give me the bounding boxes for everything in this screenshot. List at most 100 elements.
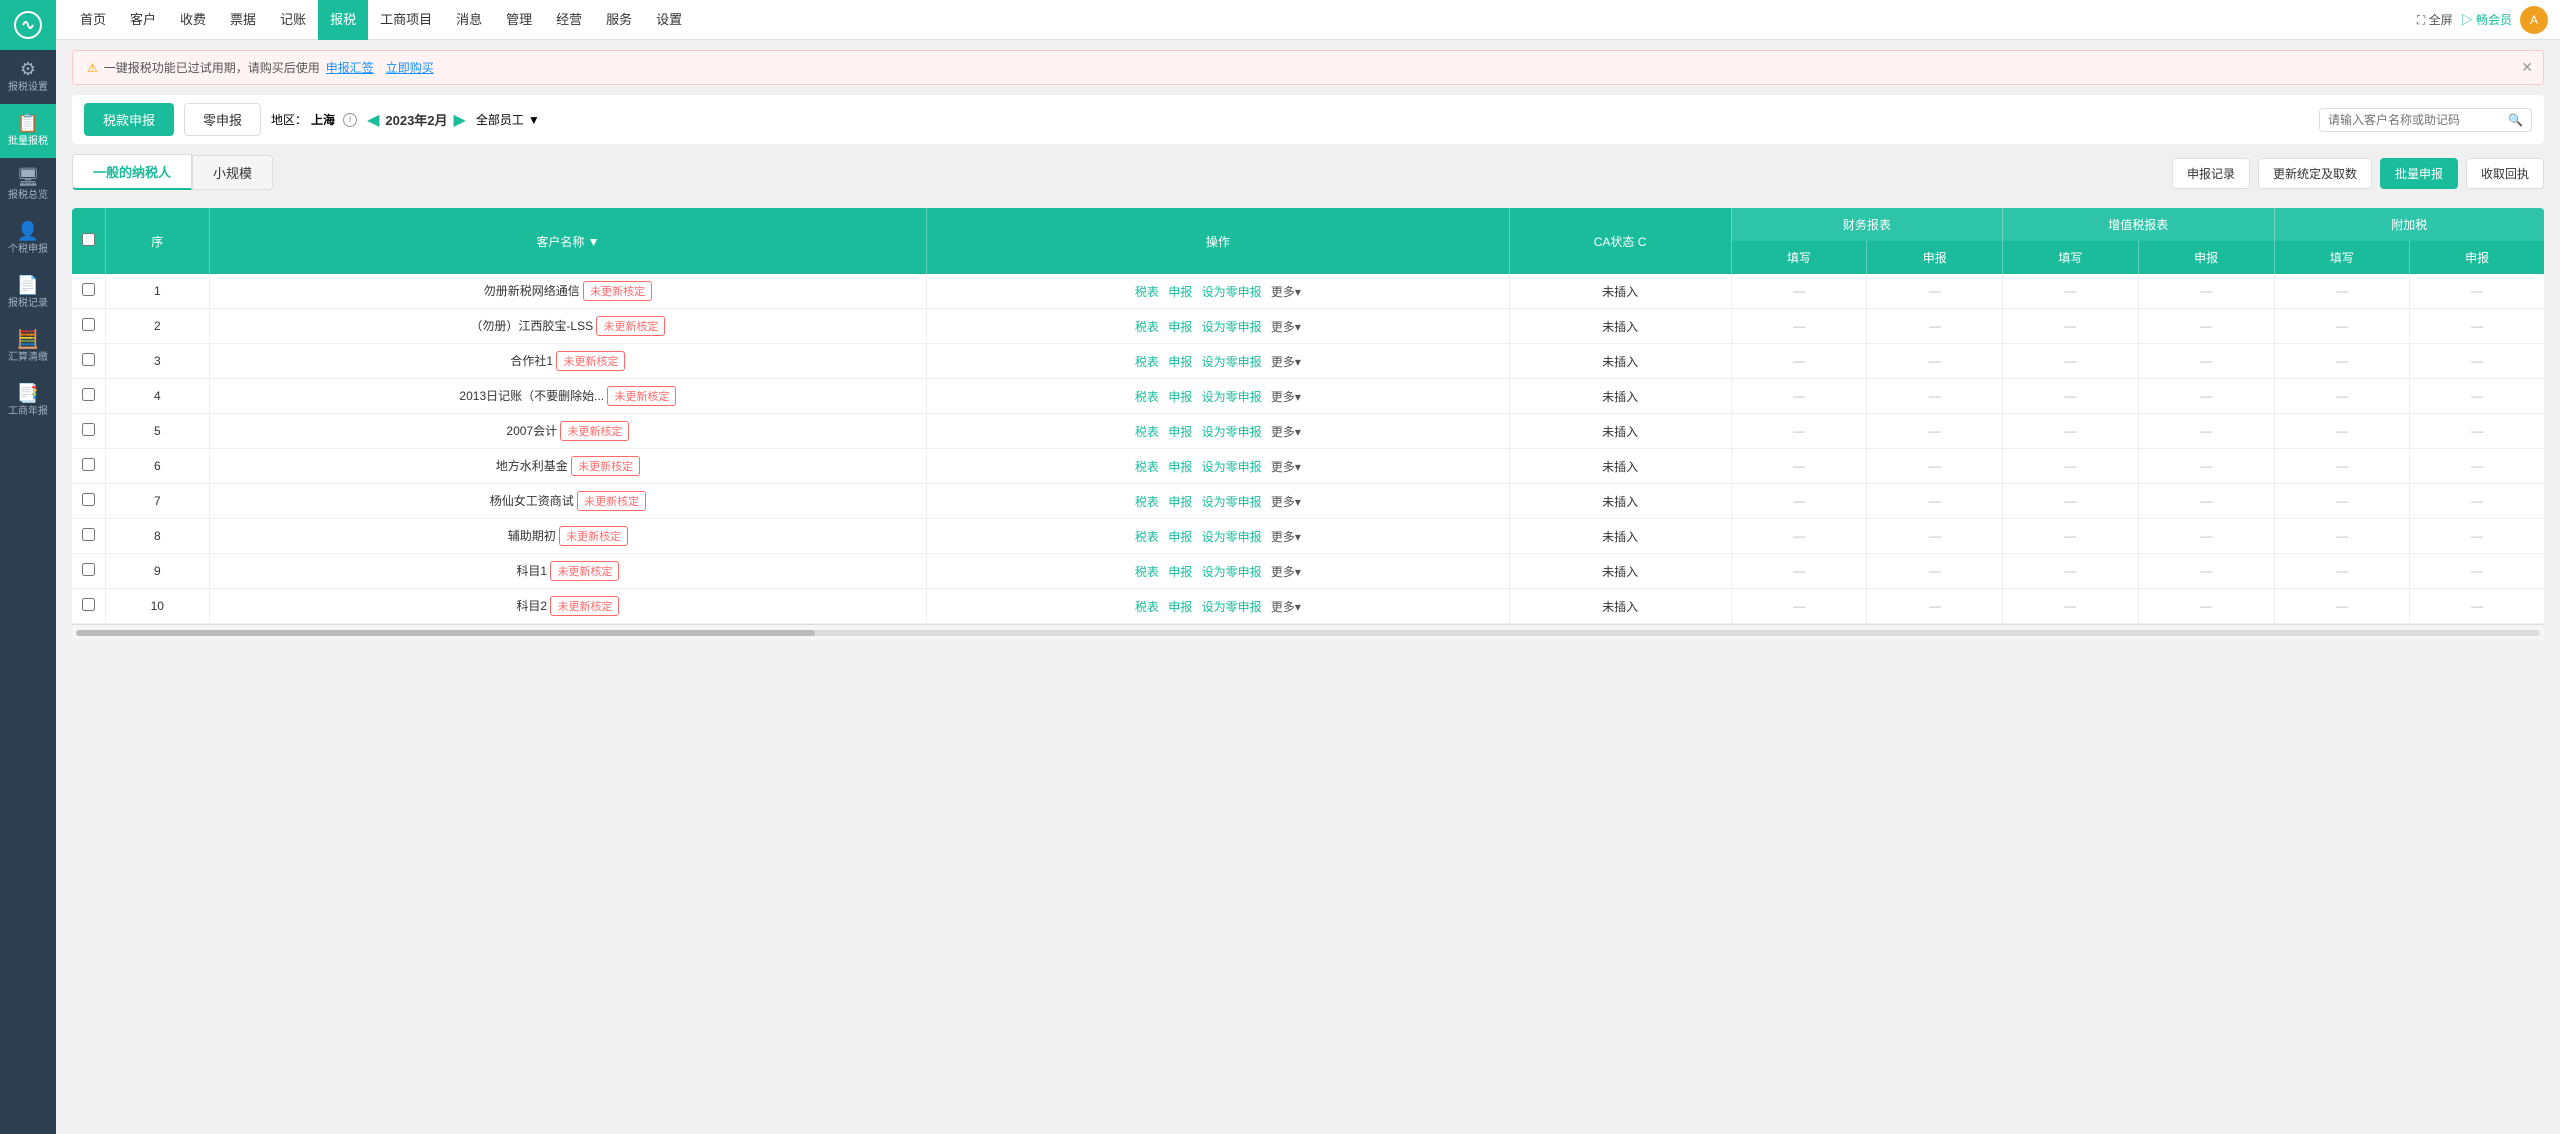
th-fin-fill: 填写 [1731, 241, 1867, 274]
declare-record-button[interactable]: 申报记录 [2172, 158, 2250, 189]
op-zero-declare[interactable]: 设为零申报 [1202, 495, 1262, 509]
op-zero-declare[interactable]: 设为零申报 [1202, 565, 1262, 579]
nav-settings[interactable]: 设置 [644, 0, 694, 40]
nav-invoice[interactable]: 票据 [218, 0, 268, 40]
op-zero-declare[interactable]: 设为零申报 [1202, 600, 1262, 614]
op-zero-declare[interactable]: 设为零申报 [1202, 425, 1262, 439]
op-declare[interactable]: 申报 [1168, 495, 1192, 509]
nav-msg[interactable]: 消息 [444, 0, 494, 40]
op-tax-table[interactable]: 税表 [1135, 600, 1159, 614]
row-checkbox[interactable] [82, 563, 95, 576]
op-zero-declare[interactable]: 设为零申报 [1202, 355, 1262, 369]
nav-ledger[interactable]: 记账 [268, 0, 318, 40]
op-more[interactable]: 更多▾ [1271, 320, 1301, 334]
nav-billing[interactable]: 收费 [168, 0, 218, 40]
op-more[interactable]: 更多▾ [1271, 285, 1301, 299]
region-info-icon[interactable]: i [343, 113, 357, 127]
sidebar-item-batch-tax[interactable]: 📋 批量报税 [0, 104, 56, 158]
nav-finance[interactable]: 经营 [544, 0, 594, 40]
op-tax-table[interactable]: 税表 [1135, 285, 1159, 299]
batch-declare-button[interactable]: 批量申报 [2380, 158, 2458, 189]
op-declare[interactable]: 申报 [1168, 460, 1192, 474]
sidebar-item-biz-annual[interactable]: 📑 工商年报 [0, 374, 56, 428]
nav-customer[interactable]: 客户 [118, 0, 168, 40]
op-more[interactable]: 更多▾ [1271, 390, 1301, 404]
op-tax-table[interactable]: 税表 [1135, 390, 1159, 404]
nav-admin[interactable]: 管理 [494, 0, 544, 40]
op-declare[interactable]: 申报 [1168, 355, 1192, 369]
declare-sign-link[interactable]: 申报汇签 [326, 59, 374, 76]
op-declare[interactable]: 申报 [1168, 320, 1192, 334]
op-declare[interactable]: 申报 [1168, 285, 1192, 299]
search-input[interactable] [2320, 109, 2500, 131]
op-zero-declare[interactable]: 设为零申报 [1202, 390, 1262, 404]
sort-icon[interactable]: ▼ [588, 235, 600, 249]
employee-selector[interactable]: 全部员工 ▼ [476, 111, 540, 128]
op-zero-declare[interactable]: 设为零申报 [1202, 530, 1262, 544]
nav-biz[interactable]: 工商项目 [368, 0, 444, 40]
tab-zero-declare[interactable]: 零申报 [184, 103, 261, 136]
select-all-checkbox[interactable] [82, 233, 95, 246]
nav-home[interactable]: 首页 [68, 0, 118, 40]
op-more[interactable]: 更多▾ [1271, 425, 1301, 439]
row-checkbox[interactable] [82, 353, 95, 366]
op-declare[interactable]: 申报 [1168, 530, 1192, 544]
row-checkbox[interactable] [82, 388, 95, 401]
op-tax-table[interactable]: 税表 [1135, 320, 1159, 334]
row-checkbox-cell [72, 589, 106, 624]
sidebar-item-personal-tax[interactable]: 👤 个税申报 [0, 212, 56, 266]
op-zero-declare[interactable]: 设为零申报 [1202, 285, 1262, 299]
full-screen-btn[interactable]: ⛶ 全屏 [2417, 11, 2453, 28]
row-tax-dec: — [2138, 414, 2274, 449]
row-checkbox[interactable] [82, 423, 95, 436]
op-more[interactable]: 更多▾ [1271, 530, 1301, 544]
op-tax-table[interactable]: 税表 [1135, 425, 1159, 439]
row-checkbox[interactable] [82, 458, 95, 471]
op-tax-table[interactable]: 税表 [1135, 530, 1159, 544]
op-tax-table[interactable]: 税表 [1135, 460, 1159, 474]
op-more[interactable]: 更多▾ [1271, 495, 1301, 509]
search-icon[interactable]: 🔍 [2500, 109, 2531, 131]
op-tax-table[interactable]: 税表 [1135, 565, 1159, 579]
op-declare[interactable]: 申报 [1168, 565, 1192, 579]
employee-dropdown-icon[interactable]: ▼ [528, 113, 540, 127]
row-checkbox[interactable] [82, 283, 95, 296]
banner-close-button[interactable]: ✕ [2521, 59, 2533, 76]
op-declare[interactable]: 申报 [1168, 390, 1192, 404]
nav-service[interactable]: 服务 [594, 0, 644, 40]
withdraw-button[interactable]: 收取回执 [2466, 158, 2544, 189]
main-table-wrap: 序 客户名称 ▼ 操作 CA状态 C 财务报表 增值税报表 附加税 填写 申报 [72, 208, 2544, 624]
nav-tax[interactable]: 报税 [318, 0, 368, 40]
sidebar-item-tax-settings[interactable]: ⚙ 报税设置 [0, 50, 56, 104]
op-more[interactable]: 更多▾ [1271, 355, 1301, 369]
op-zero-declare[interactable]: 设为零申报 [1202, 460, 1262, 474]
op-more[interactable]: 更多▾ [1271, 600, 1301, 614]
row-checkbox[interactable] [82, 598, 95, 611]
buy-now-link[interactable]: 立即购买 [386, 59, 434, 76]
date-next-button[interactable]: ▶ [454, 110, 466, 130]
row-checkbox[interactable] [82, 528, 95, 541]
tab-tax-declare[interactable]: 税款申报 [84, 103, 174, 136]
sidebar-item-calc-clear[interactable]: 🧮 汇算清缴 [0, 320, 56, 374]
date-prev-button[interactable]: ◀ [367, 110, 379, 130]
row-checkbox[interactable] [82, 493, 95, 506]
member-btn[interactable]: ▷ 畅会员 [2461, 11, 2512, 28]
tab-general[interactable]: 一般的纳税人 [72, 154, 192, 190]
op-tax-table[interactable]: 税表 [1135, 355, 1159, 369]
sidebar-item-tax-record[interactable]: 📄 报税记录 [0, 266, 56, 320]
avatar[interactable]: A [2520, 6, 2548, 34]
op-more[interactable]: 更多▾ [1271, 460, 1301, 474]
row-ext-fill: — [2274, 379, 2410, 414]
row-ca: 未插入 [1509, 589, 1731, 624]
op-tax-table[interactable]: 税表 [1135, 495, 1159, 509]
op-zero-declare[interactable]: 设为零申报 [1202, 320, 1262, 334]
tab-small[interactable]: 小规模 [192, 155, 273, 190]
update-confirm-button[interactable]: 更新统定及取数 [2258, 158, 2372, 189]
op-declare[interactable]: 申报 [1168, 600, 1192, 614]
row-checkbox[interactable] [82, 318, 95, 331]
horizontal-scrollbar[interactable] [72, 624, 2544, 640]
op-more[interactable]: 更多▾ [1271, 565, 1301, 579]
sidebar-item-tax-overview[interactable]: 🖥 报税总览 [0, 158, 56, 212]
row-checkbox-cell [72, 484, 106, 519]
op-declare[interactable]: 申报 [1168, 425, 1192, 439]
